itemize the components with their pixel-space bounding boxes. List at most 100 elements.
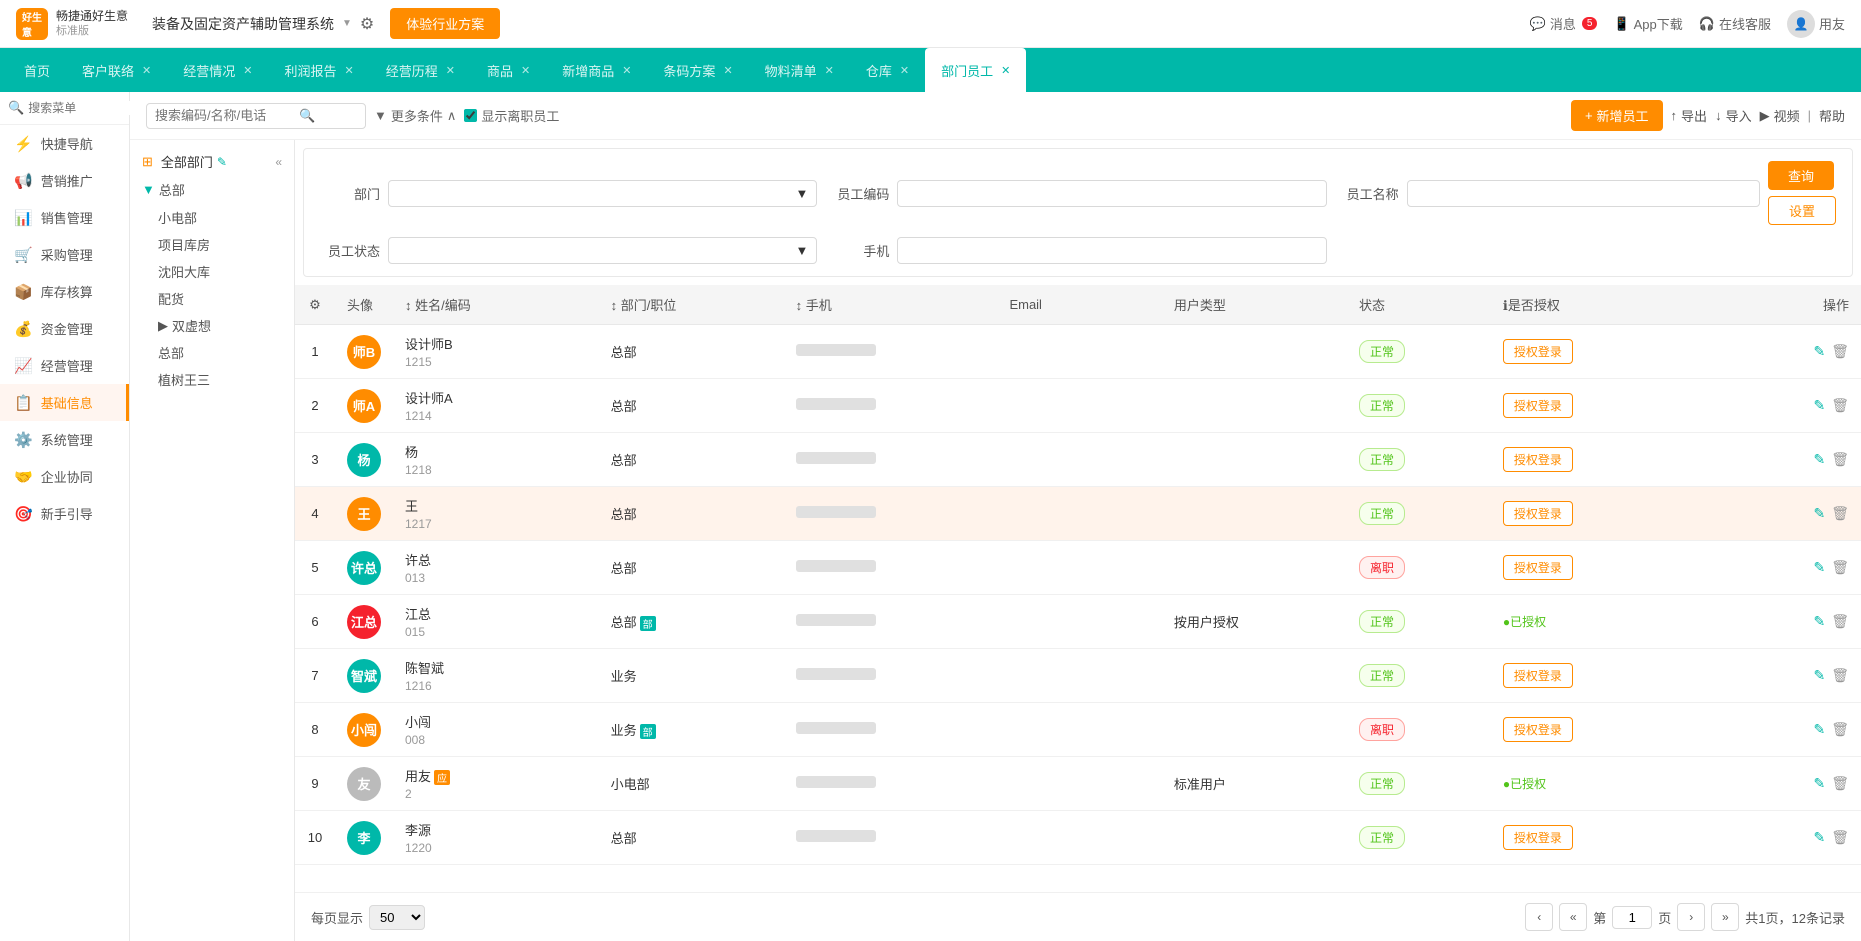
tab-warehouse[interactable]: 仓库 ✕ xyxy=(850,48,925,92)
dept-collapse-icon[interactable]: « xyxy=(275,155,282,169)
tab-add-goods-close[interactable]: ✕ xyxy=(622,64,631,77)
edit-button[interactable]: ✎ xyxy=(1813,343,1825,359)
tab-customer-close[interactable]: ✕ xyxy=(142,64,151,77)
edit-button[interactable]: ✎ xyxy=(1813,667,1825,683)
tree-item-small-e[interactable]: 小电部 xyxy=(150,204,294,231)
auth-button[interactable]: 授权登录 xyxy=(1503,825,1573,850)
tab-employees[interactable]: 部门员工 ✕ xyxy=(925,48,1026,92)
tab-goods[interactable]: 商品 ✕ xyxy=(471,48,546,92)
import-button[interactable]: ↓ 导入 xyxy=(1715,106,1752,125)
nav-item-finance[interactable]: 💰 资金管理 xyxy=(0,310,129,347)
next-page-btn[interactable]: › xyxy=(1677,903,1705,931)
nav-item-sales[interactable]: 📊 销售管理 xyxy=(0,199,129,236)
auth-button[interactable]: 授权登录 xyxy=(1503,501,1573,526)
delete-button[interactable]: 🗑 xyxy=(1831,397,1849,413)
th-phone[interactable]: ↕ 手机 xyxy=(784,285,998,325)
th-dept[interactable]: ↕ 部门/职位 xyxy=(599,285,784,325)
page-input[interactable] xyxy=(1612,906,1652,929)
set-button[interactable]: 设置 xyxy=(1768,196,1836,225)
add-employee-button[interactable]: + 新增员工 xyxy=(1571,100,1663,131)
edit-button[interactable]: ✎ xyxy=(1813,397,1825,413)
dept-edit-icon[interactable]: ✎ xyxy=(217,155,227,169)
edit-button[interactable]: ✎ xyxy=(1813,613,1825,629)
filter-code-input[interactable] xyxy=(897,180,1326,207)
auth-button[interactable]: 授权登录 xyxy=(1503,663,1573,688)
more-filters-btn[interactable]: ▼ 更多条件 ∧ xyxy=(374,106,456,125)
filter-status-select[interactable]: ▼ xyxy=(388,237,817,264)
app-download-btn[interactable]: 📱 App下载 xyxy=(1613,14,1682,33)
delete-button[interactable]: 🗑 xyxy=(1831,667,1849,683)
auth-button[interactable]: 授权登录 xyxy=(1503,447,1573,472)
edit-button[interactable]: ✎ xyxy=(1813,775,1825,791)
tab-history[interactable]: 经营历程 ✕ xyxy=(370,48,471,92)
tab-history-close[interactable]: ✕ xyxy=(446,64,455,77)
tree-item-proj-store[interactable]: 项目库房 xyxy=(150,231,294,258)
tab-warehouse-close[interactable]: ✕ xyxy=(900,64,909,77)
gear-icon[interactable]: ⚙ xyxy=(360,14,374,34)
tree-item-hq2[interactable]: 总部 xyxy=(150,339,294,366)
help-button[interactable]: 帮助 xyxy=(1819,106,1845,125)
auth-button[interactable]: 授权登录 xyxy=(1503,339,1573,364)
trial-button[interactable]: 体验行业方案 xyxy=(390,8,500,39)
tab-home[interactable]: 首页 xyxy=(8,48,66,92)
delete-button[interactable]: 🗑 xyxy=(1831,559,1849,575)
first-page-btn[interactable]: « xyxy=(1559,903,1587,931)
tree-item-dual[interactable]: ▶ 双虚想 xyxy=(150,312,294,339)
tab-employees-close[interactable]: ✕ xyxy=(1001,64,1010,77)
delete-button[interactable]: 🗑 xyxy=(1831,451,1849,467)
edit-button[interactable]: ✎ xyxy=(1813,505,1825,521)
search-input[interactable] xyxy=(155,108,295,123)
tree-item-sy-store[interactable]: 沈阳大库 xyxy=(150,258,294,285)
nav-item-inventory[interactable]: 📦 库存核算 xyxy=(0,273,129,310)
tab-ops[interactable]: 经营情况 ✕ xyxy=(167,48,268,92)
filter-name-input[interactable] xyxy=(1407,180,1760,207)
user-area[interactable]: 👤 用友 xyxy=(1787,10,1845,38)
delete-button[interactable]: 🗑 xyxy=(1831,829,1849,845)
tree-item-hq-parent[interactable]: ▼ 总部 xyxy=(130,175,294,204)
tab-profit[interactable]: 利润报告 ✕ xyxy=(268,48,369,92)
delete-button[interactable]: 🗑 xyxy=(1831,613,1849,629)
tab-add-goods[interactable]: 新增商品 ✕ xyxy=(546,48,647,92)
tab-barcode[interactable]: 条码方案 ✕ xyxy=(647,48,748,92)
delete-button[interactable]: 🗑 xyxy=(1831,721,1849,737)
tab-barcode-close[interactable]: ✕ xyxy=(723,64,732,77)
nav-item-basic-info[interactable]: 📋 基础信息 xyxy=(0,384,129,421)
edit-button[interactable]: ✎ xyxy=(1813,451,1825,467)
delete-button[interactable]: 🗑 xyxy=(1831,775,1849,791)
edit-button[interactable]: ✎ xyxy=(1813,829,1825,845)
show-resigned-checkbox[interactable]: 显示离职员工 xyxy=(464,106,559,125)
tree-item-delivery[interactable]: 配货 xyxy=(150,285,294,312)
tree-item-plant[interactable]: 植树王三 xyxy=(150,366,294,393)
th-name[interactable]: ↕ 姓名/编码 xyxy=(393,285,599,325)
search-icon[interactable]: 🔍 xyxy=(299,108,315,124)
message-btn[interactable]: 💬 消息 5 xyxy=(1530,14,1598,33)
auth-button[interactable]: 授权登录 xyxy=(1503,717,1573,742)
nav-item-purchase[interactable]: 🛒 采购管理 xyxy=(0,236,129,273)
system-title-dropdown[interactable]: ▼ xyxy=(342,18,352,29)
tab-bom-close[interactable]: ✕ xyxy=(825,64,834,77)
delete-button[interactable]: 🗑 xyxy=(1831,343,1849,359)
search-button[interactable]: 查询 xyxy=(1768,161,1834,190)
export-button[interactable]: ↑ 导出 xyxy=(1671,106,1708,125)
delete-button[interactable]: 🗑 xyxy=(1831,505,1849,521)
page-size-select[interactable]: 50 100 xyxy=(369,905,425,930)
online-service-btn[interactable]: 🎧 在线客服 xyxy=(1699,14,1771,33)
auth-button[interactable]: 授权登录 xyxy=(1503,393,1573,418)
show-resigned-input[interactable] xyxy=(464,109,477,122)
nav-item-quick[interactable]: ⚡ 快捷导航 xyxy=(0,125,129,162)
edit-button[interactable]: ✎ xyxy=(1813,721,1825,737)
nav-item-marketing[interactable]: 📢 营销推广 xyxy=(0,162,129,199)
filter-dept-select[interactable]: ▼ xyxy=(388,180,817,207)
tab-goods-close[interactable]: ✕ xyxy=(521,64,530,77)
video-button[interactable]: ▶ 视频 xyxy=(1760,106,1800,125)
nav-item-management[interactable]: 📈 经营管理 xyxy=(0,347,129,384)
tab-customer[interactable]: 客户联络 ✕ xyxy=(66,48,167,92)
th-settings[interactable]: ⚙ xyxy=(295,285,335,325)
settings-icon[interactable]: ⚙ xyxy=(309,297,321,312)
last-page-btn[interactable]: » xyxy=(1711,903,1739,931)
edit-button[interactable]: ✎ xyxy=(1813,559,1825,575)
nav-item-coop[interactable]: 🤝 企业协同 xyxy=(0,458,129,495)
prev-page-btn[interactable]: ‹ xyxy=(1525,903,1553,931)
nav-item-system[interactable]: ⚙️ 系统管理 xyxy=(0,421,129,458)
tab-bom[interactable]: 物料清单 ✕ xyxy=(749,48,850,92)
